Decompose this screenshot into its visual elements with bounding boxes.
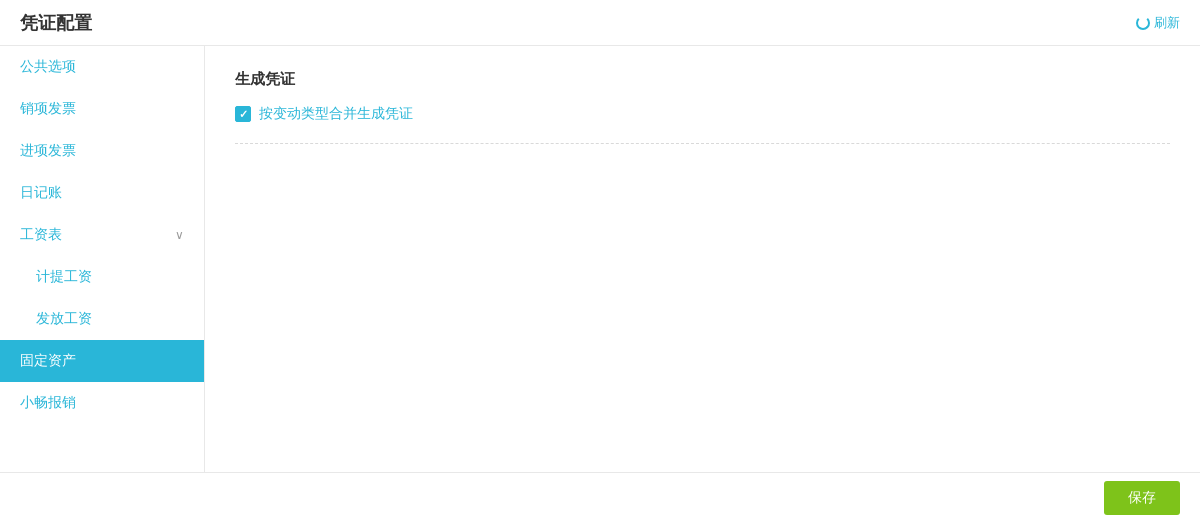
merge-checkbox-label[interactable]: 按变动类型合并生成凭证: [259, 105, 413, 123]
sidebar-item-sales-invoice[interactable]: 销项发票: [0, 88, 204, 130]
section-divider: [235, 143, 1170, 144]
sidebar-item-payroll[interactable]: 工资表 ∨: [0, 214, 204, 256]
refresh-icon: [1136, 16, 1150, 30]
footer: 保存: [0, 472, 1200, 522]
checkbox-row: 按变动类型合并生成凭证: [235, 105, 1170, 123]
merge-checkbox[interactable]: [235, 106, 251, 122]
page-title: 凭证配置: [20, 11, 92, 35]
main-content: 生成凭证 按变动类型合并生成凭证: [205, 46, 1200, 472]
sidebar-item-fixed-assets[interactable]: 固定资产: [0, 340, 204, 382]
sidebar-item-label: 工资表: [20, 226, 62, 244]
sidebar-item-accrual-payroll[interactable]: 计提工资: [0, 256, 204, 298]
refresh-label: 刷新: [1154, 14, 1180, 32]
sidebar-item-expense[interactable]: 小畅报销: [0, 382, 204, 424]
header: 凭证配置 刷新: [0, 0, 1200, 46]
save-button[interactable]: 保存: [1104, 481, 1180, 515]
refresh-button[interactable]: 刷新: [1136, 14, 1180, 32]
chevron-down-icon: ∨: [175, 228, 184, 242]
sidebar-item-purchase-invoice[interactable]: 进项发票: [0, 130, 204, 172]
sidebar-item-journal[interactable]: 日记账: [0, 172, 204, 214]
page-wrapper: 凭证配置 刷新 公共选项销项发票进项发票日记账工资表 ∨ 计提工资发放工资固定资产小…: [0, 0, 1200, 522]
content-area: 公共选项销项发票进项发票日记账工资表 ∨ 计提工资发放工资固定资产小畅报销 生成凭证…: [0, 46, 1200, 472]
sidebar-item-public[interactable]: 公共选项: [0, 46, 204, 88]
sidebar: 公共选项销项发票进项发票日记账工资表 ∨ 计提工资发放工资固定资产小畅报销: [0, 46, 205, 472]
section-title: 生成凭证: [235, 70, 1170, 89]
sidebar-item-release-payroll[interactable]: 发放工资: [0, 298, 204, 340]
